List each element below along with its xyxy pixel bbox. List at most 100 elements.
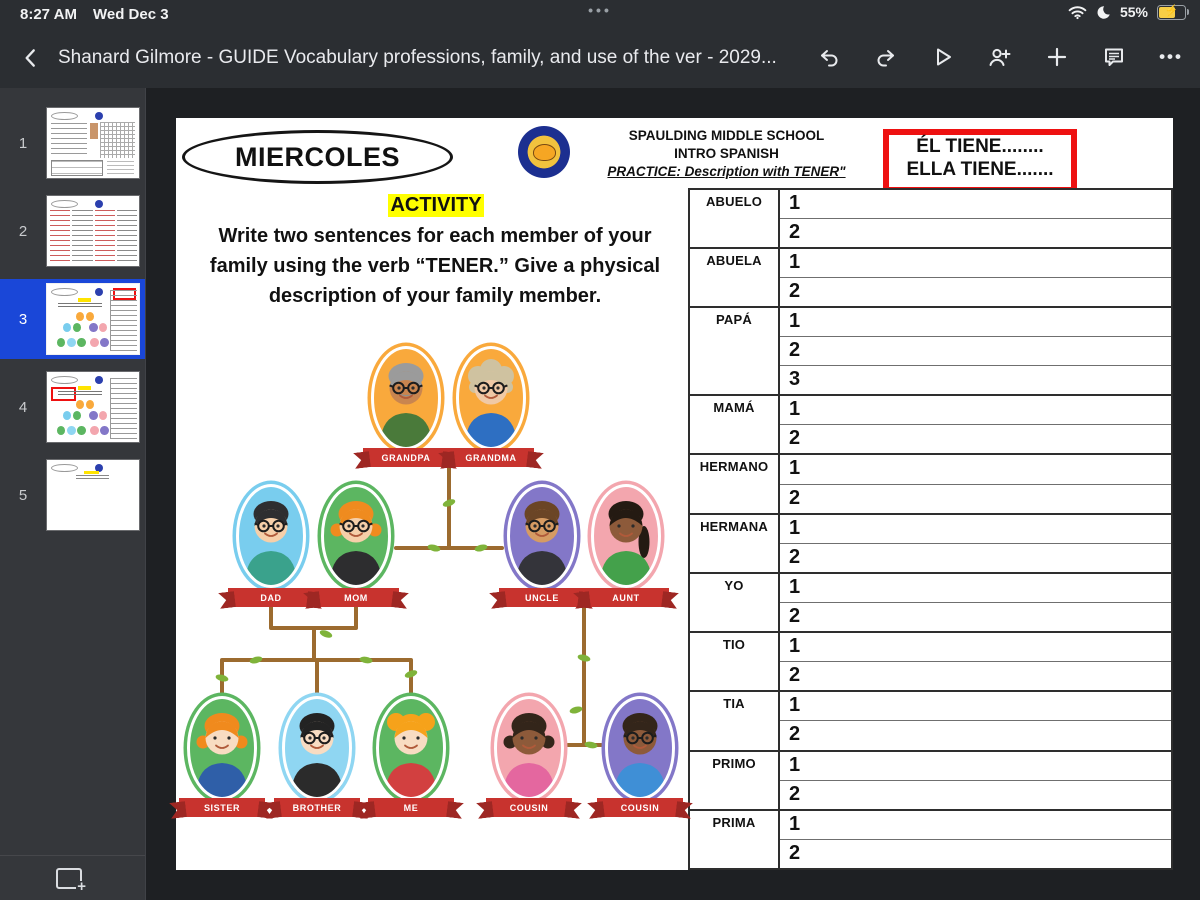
family-member-grandma[interactable] [452,342,530,454]
sentence-line[interactable]: 2 [780,779,1171,809]
table-row-label[interactable]: YO [690,573,780,632]
table-row-label[interactable]: TIA [690,692,780,750]
sentence-line[interactable]: 1 [780,308,1171,336]
sentence-line[interactable]: 1 [780,190,1171,218]
thumb-decoration [56,424,67,436]
sentence-line[interactable]: 3 [780,365,1171,394]
thumb-decoration [76,336,87,348]
comments-button[interactable] [1101,44,1127,70]
instructions-textbox[interactable]: Write two sentences for each member of y… [184,221,686,311]
avatar-dad [232,480,310,592]
table-group-mamá: MAMÁ 1 2 [690,394,1171,454]
family-banner-dad[interactable]: DAD [228,588,314,607]
table-row-label[interactable]: PRIMO [690,751,780,809]
sentence-line[interactable]: 1 [780,249,1171,277]
thumb-decoration [94,199,104,208]
family-member-cousin2[interactable] [601,692,679,804]
back-button[interactable] [18,45,46,73]
sentence-line[interactable]: 2 [780,838,1171,868]
thumb-decoration [97,409,108,421]
sentence-line[interactable]: 1 [780,752,1171,780]
sentence-line[interactable]: 2 [780,661,1171,690]
activity-heading[interactable]: ACTIVITY [388,194,484,217]
day-textbox[interactable]: MIERCOLES [182,130,453,184]
day-label: MIERCOLES [234,141,400,172]
family-banner-sister[interactable]: SISTER [179,798,265,817]
thumb-decoration [94,210,116,264]
family-member-brother[interactable] [278,692,356,804]
sentence-line[interactable]: 1 [780,396,1171,424]
sentence-line[interactable]: 2 [780,424,1171,453]
sentence-line[interactable]: 1 [780,692,1171,720]
family-member-mom[interactable] [317,480,395,592]
slide[interactable]: MIERCOLES SPAULDING MIDDLE SCHOOL INTRO … [176,118,1173,870]
family-banner-label: COUSIN [509,802,549,813]
family-member-uncle[interactable] [503,480,581,592]
sentence-line[interactable]: 2 [780,720,1171,749]
family-banner-uncle[interactable]: UNCLE [499,588,585,607]
slide-thumbnail-4[interactable] [46,371,140,443]
slide-thumbnail-2[interactable] [46,195,140,267]
family-banner-grandma[interactable]: GRANDMA [448,448,534,467]
family-member-cousin1[interactable] [490,692,568,804]
family-member-grandpa[interactable] [367,342,445,454]
redo-button[interactable] [873,44,899,70]
table-row-label[interactable]: PRIMA [690,810,780,869]
thumb-decoration [94,287,104,296]
sentence-line[interactable]: 2 [780,602,1171,631]
sentence-line[interactable]: 2 [780,277,1171,306]
sentence-line[interactable]: 2 [780,483,1171,513]
family-banner-mom[interactable]: MOM [313,588,399,607]
avatar-cousin2 [601,692,679,804]
undo-button[interactable] [816,44,842,70]
sentence-line[interactable]: 2 [780,336,1171,365]
family-member-me[interactable] [372,692,450,804]
sentence-line[interactable]: 1 [780,811,1171,839]
family-banner-aunt[interactable]: AUNT [583,588,669,607]
more-button[interactable]: ••• [1158,44,1184,70]
slide-thumbnail-5[interactable] [46,459,140,531]
present-button[interactable] [930,44,956,70]
school-logo[interactable] [518,126,570,178]
slide-number-label: 3 [18,310,28,328]
table-row-label[interactable]: HERMANO [690,455,780,513]
family-banner-grandpa[interactable]: GRANDPA [363,448,449,467]
thumb-decoration [72,210,93,264]
sentence-line[interactable]: 1 [780,455,1171,483]
slide-thumbnail-3[interactable] [46,283,140,355]
table-row-label[interactable]: ABUELO [690,190,780,248]
table-row-label[interactable]: ABUELA [690,249,780,307]
table-row-label[interactable]: MAMÁ [690,396,780,454]
family-banner-me[interactable]: ME [368,798,454,817]
family-banner-brother[interactable]: BROTHER [274,798,360,817]
sentence-line[interactable]: 2 [780,218,1171,247]
family-banner-cousin2[interactable]: COUSIN [597,798,683,817]
thumb-decoration [61,409,72,421]
thumb-decoration [50,112,79,121]
slide-thumbnail-1[interactable] [46,107,140,179]
thumb-decoration [89,336,100,348]
family-member-dad[interactable] [232,480,310,592]
sentence-line[interactable]: 1 [780,574,1171,602]
share-button[interactable] [987,44,1013,70]
sentence-line[interactable]: 1 [780,633,1171,661]
tener-example-box[interactable]: ÉL TIENE........ ELLA TIENE....... [883,129,1077,193]
table-row-label[interactable]: TIO [690,633,780,691]
family-banner-label: GRANDMA [465,452,517,463]
add-slide-button[interactable]: + [56,866,86,894]
family-member-aunt[interactable] [587,480,665,592]
table-group-abuelo: ABUELO 1 2 [690,190,1171,248]
thumb-decoration [66,424,77,436]
slide-row-5: 5 [0,451,145,539]
family-member-sister[interactable] [183,692,261,804]
thumb-decoration [71,321,83,333]
sentence-line[interactable]: 2 [780,542,1171,572]
tener-table[interactable]: ABUELO 1 2 ABUELA 1 2 PAPÁ 1 2 3 MAMÁ 1 2 HERMANO 1 2 HE… [688,188,1173,870]
sentence-line[interactable]: 1 [780,515,1171,543]
table-row-label[interactable]: HERMANA [690,514,780,572]
add-button[interactable] [1044,44,1070,70]
school-header-textbox[interactable]: SPAULDING MIDDLE SCHOOL INTRO SPANISH PR… [584,127,869,181]
thumb-decoration [50,464,79,473]
table-row-label[interactable]: PAPÁ [690,308,780,395]
family-banner-cousin1[interactable]: COUSIN [486,798,572,817]
